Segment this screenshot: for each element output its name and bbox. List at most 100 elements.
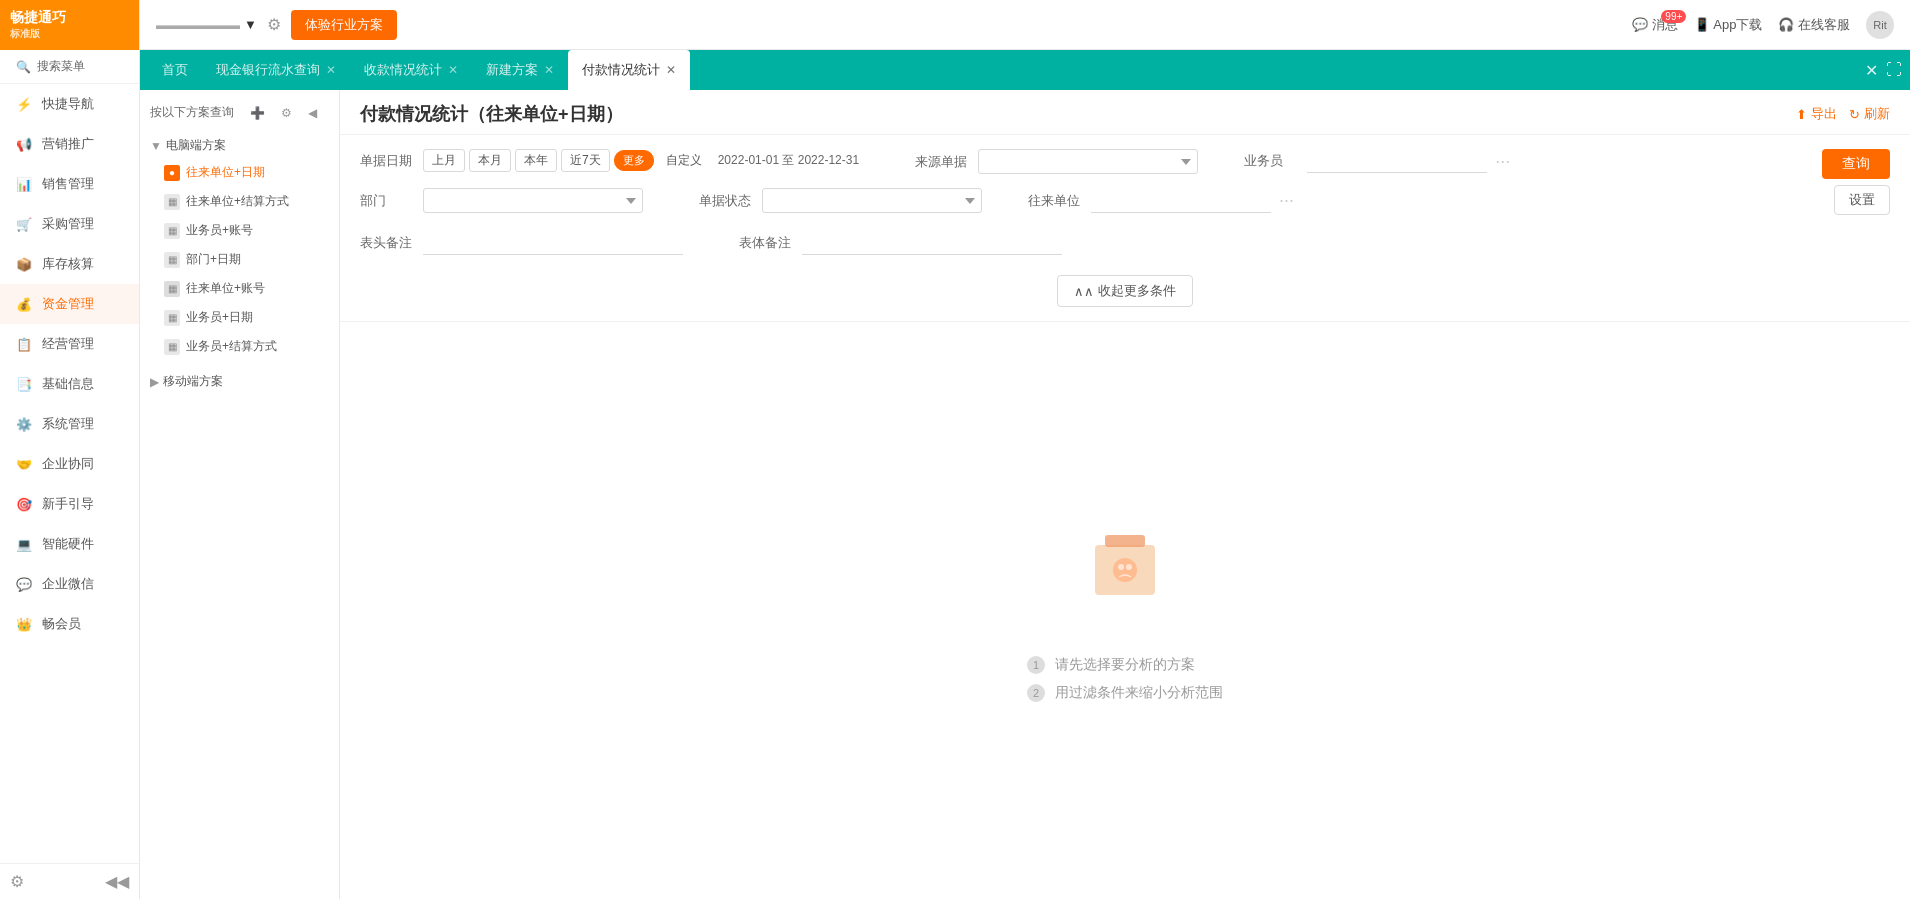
scheme-item[interactable]: ▦业务员+账号 (140, 216, 339, 245)
date-btn-本月[interactable]: 本月 (469, 149, 511, 172)
header-settings-icon[interactable]: ⚙ (267, 15, 281, 34)
settings-bottom-icon[interactable]: ⚙ (10, 872, 24, 891)
export-btn[interactable]: ⬆ 导出 (1796, 105, 1837, 123)
voucher-status-filter: 单据状态 (699, 188, 982, 213)
date-buttons: 上月本月本年近7天更多 (423, 149, 654, 172)
tab-首页[interactable]: 首页 (148, 50, 202, 90)
phone-icon: 📱 (1694, 17, 1710, 32)
sidebar-item-quick-nav[interactable]: ⚡快捷导航 (0, 84, 139, 124)
right-content: 付款情况统计（往来单位+日期） ⬆ 导出 ↻ 刷新 (340, 90, 1910, 899)
search-label: 搜索菜单 (37, 58, 85, 75)
logo-text: 畅捷通巧 (10, 9, 66, 27)
sidebar-item-inventory[interactable]: 📦库存核算 (0, 244, 139, 284)
item-icon: ▦ (164, 194, 180, 210)
scheme-item[interactable]: ▦部门+日期 (140, 245, 339, 274)
collapse-up-icon: ∧∧ (1074, 284, 1094, 299)
item-icon: ▦ (164, 339, 180, 355)
custom-label[interactable]: 自定义 (666, 152, 702, 169)
close-tab-icon[interactable]: ✕ (1865, 61, 1878, 80)
scheme-item[interactable]: ▦往来单位+账号 (140, 274, 339, 303)
item-icon: ● (164, 165, 180, 181)
scheme-item[interactable]: ●往来单位+日期 (140, 158, 339, 187)
search-menu[interactable]: 🔍 搜索菜单 (0, 50, 139, 84)
scheme-settings-btn[interactable]: ⚙ (281, 106, 292, 120)
sidebar-item-operations[interactable]: 📋经营管理 (0, 324, 139, 364)
scheme-item[interactable]: ▦业务员+日期 (140, 303, 339, 332)
sidebar-item-wechat[interactable]: 💬企业微信 (0, 564, 139, 604)
search-icon: 🔍 (16, 60, 31, 74)
dept-select[interactable] (423, 188, 643, 213)
collapse-sidebar-icon[interactable]: ◀◀ (105, 872, 129, 891)
trial-button[interactable]: 体验行业方案 (291, 10, 397, 40)
sidebar-item-marketing[interactable]: 📢营销推广 (0, 124, 139, 164)
nav-icon-marketing: 📢 (14, 134, 34, 154)
scheme-group-title[interactable]: ▶移动端方案 (140, 369, 339, 394)
sidebar-item-member[interactable]: 👑畅会员 (0, 604, 139, 644)
nav-icon-member: 👑 (14, 614, 34, 634)
main-area: ▬▬▬▬▬▬▬ ▼ ⚙ 体验行业方案 💬 99+ 消息 📱 App下载 🎧 在线… (140, 0, 1910, 899)
svg-point-4 (1126, 564, 1132, 570)
nav-icon-quick-nav: ⚡ (14, 94, 34, 114)
scheme-group-title[interactable]: ▼电脑端方案 (140, 133, 339, 158)
query-btn[interactable]: 查询 (1822, 149, 1890, 179)
sidebar-item-guide[interactable]: 🎯新手引导 (0, 484, 139, 524)
sidebar-item-funds[interactable]: 💰资金管理 (0, 284, 139, 324)
item-icon: ▦ (164, 223, 180, 239)
salesman-input[interactable] (1307, 149, 1487, 173)
collapse-panel-btn[interactable]: ◀ (308, 106, 317, 120)
source-select[interactable] (978, 149, 1198, 174)
user-avatar[interactable]: Rit (1866, 11, 1894, 39)
date-label: 单据日期 (360, 152, 415, 170)
salesman-dots[interactable]: ··· (1495, 151, 1510, 172)
date-btn-更多[interactable]: 更多 (614, 150, 654, 171)
settings-filter-btn[interactable]: 设置 (1834, 185, 1890, 215)
customer-service-label: 在线客服 (1798, 17, 1850, 32)
refresh-btn[interactable]: ↻ 刷新 (1849, 105, 1890, 123)
tab-收款情况统计[interactable]: 收款情况统计✕ (350, 50, 472, 90)
sidebar-item-purchase[interactable]: 🛒采购管理 (0, 204, 139, 244)
counterpart-input[interactable] (1091, 189, 1271, 213)
nav-icon-enterprise: 🤝 (14, 454, 34, 474)
tab-close-icon[interactable]: ✕ (666, 63, 676, 77)
tip-num-2: 2 (1027, 684, 1045, 702)
tab-close-icon[interactable]: ✕ (448, 63, 458, 77)
sidebar-item-sales[interactable]: 📊销售管理 (0, 164, 139, 204)
app-download[interactable]: 📱 App下载 (1694, 16, 1762, 34)
date-btn-近7天[interactable]: 近7天 (561, 149, 610, 172)
sidebar-item-enterprise[interactable]: 🤝企业协同 (0, 444, 139, 484)
counterpart-dots[interactable]: ··· (1279, 190, 1294, 211)
tab-付款情况统计[interactable]: 付款情况统计✕ (568, 50, 690, 90)
tab-close-icon[interactable]: ✕ (544, 63, 554, 77)
tab-新建方案[interactable]: 新建方案✕ (472, 50, 568, 90)
note-body-label: 表体备注 (739, 234, 794, 252)
left-panel: 按以下方案查询 ➕ ⚙ ◀ ▼电脑端方案●往来单位+日期▦往来单位+结算方式▦业… (140, 90, 340, 899)
company-selector[interactable]: ▬▬▬▬▬▬▬ ▼ (156, 17, 257, 32)
nav-icon-purchase: 🛒 (14, 214, 34, 234)
empty-state: 1 请先选择要分析的方案 2 用过滤条件来缩小分析范围 (340, 322, 1910, 899)
date-btn-上月[interactable]: 上月 (423, 149, 465, 172)
date-btn-本年[interactable]: 本年 (515, 149, 557, 172)
add-scheme-btn[interactable]: ➕ (250, 106, 265, 120)
salesman-label: 业务员 (1244, 152, 1299, 170)
dept-filter: 部门 (360, 188, 643, 213)
note-header-input[interactable] (423, 231, 683, 255)
notification-icon[interactable]: 💬 99+ 消息 (1632, 16, 1678, 34)
nav-icon-funds: 💰 (14, 294, 34, 314)
sidebar-item-basic[interactable]: 📑基础信息 (0, 364, 139, 404)
sidebar-logo: 畅捷通巧 标准版 (0, 0, 139, 50)
app-download-label: App下载 (1713, 17, 1762, 32)
scheme-item[interactable]: ▦业务员+结算方式 (140, 332, 339, 361)
sidebar-item-hardware[interactable]: 💻智能硬件 (0, 524, 139, 564)
fullscreen-icon[interactable]: ⛶ (1886, 61, 1902, 79)
customer-service[interactable]: 🎧 在线客服 (1778, 16, 1850, 34)
note-body-filter: 表体备注 (739, 231, 1062, 255)
top-header: ▬▬▬▬▬▬▬ ▼ ⚙ 体验行业方案 💬 99+ 消息 📱 App下载 🎧 在线… (140, 0, 1910, 50)
svg-point-2 (1113, 558, 1137, 582)
sidebar-item-system[interactable]: ⚙️系统管理 (0, 404, 139, 444)
note-body-input[interactable] (802, 231, 1062, 255)
voucher-status-select[interactable] (762, 188, 982, 213)
tab-现金银行流水查询[interactable]: 现金银行流水查询✕ (202, 50, 350, 90)
scheme-item[interactable]: ▦往来单位+结算方式 (140, 187, 339, 216)
tab-close-icon[interactable]: ✕ (326, 63, 336, 77)
collapse-conditions-btn[interactable]: ∧∧ 收起更多条件 (1057, 275, 1193, 307)
